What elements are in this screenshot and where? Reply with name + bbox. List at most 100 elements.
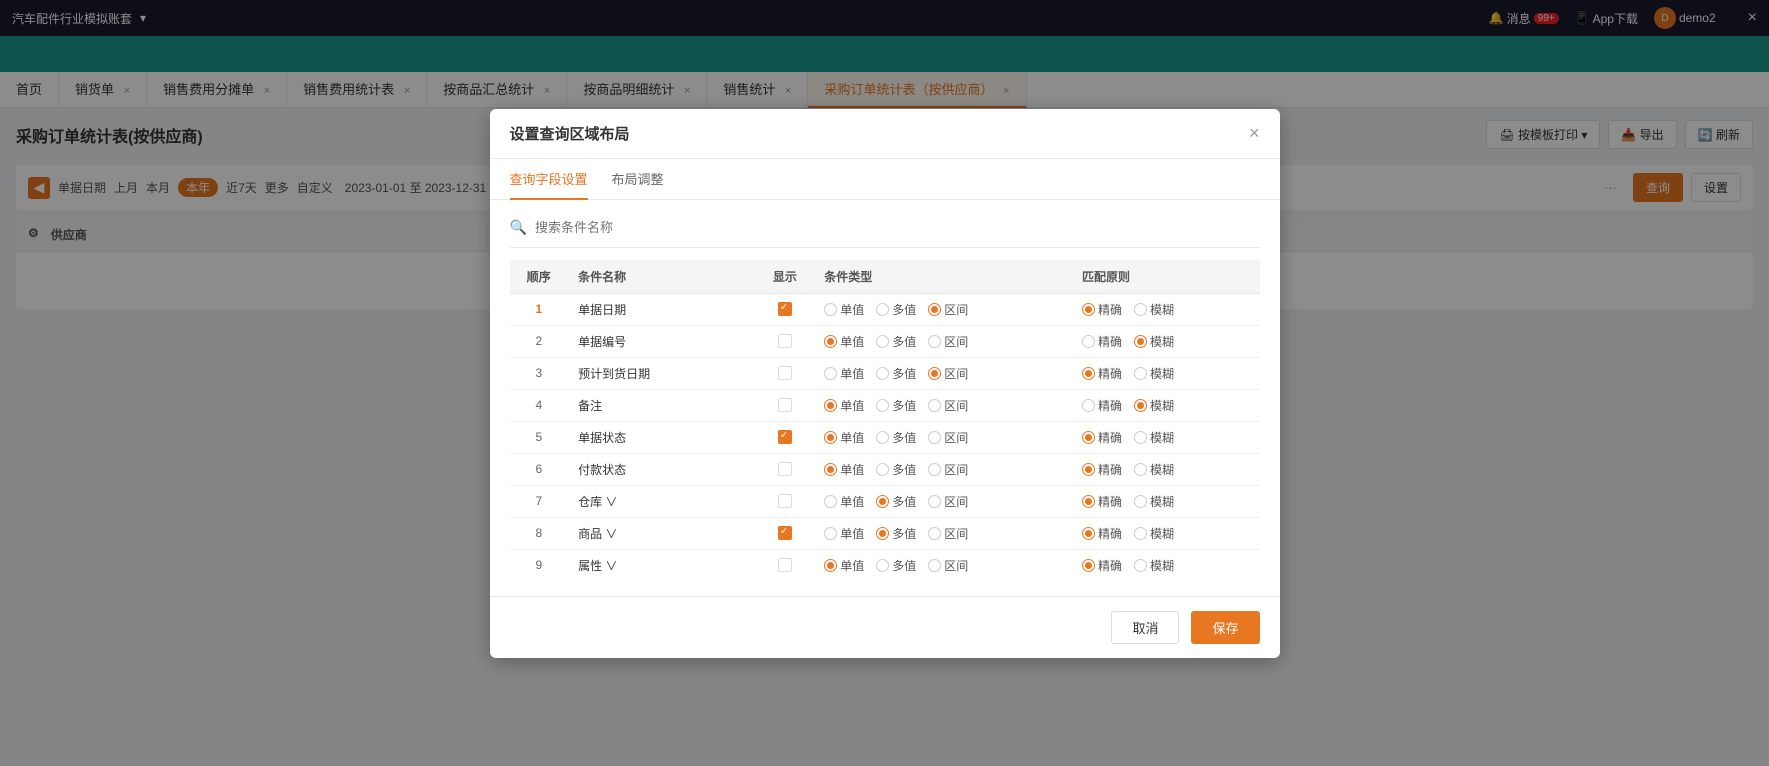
display-checkbox[interactable] [778,334,792,348]
match-radio-fuzzy[interactable]: 模糊 [1134,301,1174,318]
type-radio-range[interactable]: 区间 [928,461,968,478]
type-radio-single[interactable]: 单值 [824,525,864,542]
match-radio-exact[interactable]: 精确 [1082,557,1122,574]
type-radio-single[interactable]: 单值 [824,333,864,350]
match-dot-fuzzy [1134,559,1147,572]
match-dot-exact [1082,335,1095,348]
settings-modal: 设置查询区域布局 × 查询字段设置 布局调整 🔍 [490,109,1280,658]
type-radio-single[interactable]: 单值 [824,493,864,510]
type-radio-range[interactable]: 区间 [928,333,968,350]
match-radio-exact[interactable]: 精确 [1082,461,1122,478]
row-type: 单值多值区间 [814,389,1072,421]
row-order: 1 [510,293,569,325]
table-row: 2单据编号单值多值区间精确模糊 [510,325,1260,357]
row-display[interactable] [756,389,815,421]
type-radio-range[interactable]: 区间 [928,525,968,542]
fields-table-header-row: 顺序 条件名称 显示 条件类型 匹配原则 [510,260,1260,294]
match-label-exact: 精确 [1098,525,1122,542]
type-radio-single[interactable]: 单值 [824,397,864,414]
modal-header: 设置查询区域布局 × [490,109,1280,159]
modal-tab-layout-label: 布局调整 [612,172,664,187]
match-radio-fuzzy[interactable]: 模糊 [1134,365,1174,382]
type-radio-multi[interactable]: 多值 [876,557,916,574]
row-order: 2 [510,325,569,357]
row-display[interactable] [756,485,815,517]
type-radio-multi[interactable]: 多值 [876,301,916,318]
type-radio-range[interactable]: 区间 [928,365,968,382]
match-label-exact: 精确 [1098,397,1122,414]
display-checkbox[interactable] [778,430,792,444]
row-name: 付款状态 [568,453,756,485]
match-radio-exact[interactable]: 精确 [1082,525,1122,542]
row-display[interactable] [756,517,815,549]
type-radio-single[interactable]: 单值 [824,365,864,382]
match-label-exact: 精确 [1098,365,1122,382]
row-name: 商品 ∨ [568,517,756,549]
match-radio-fuzzy[interactable]: 模糊 [1134,333,1174,350]
display-checkbox[interactable] [778,558,792,572]
match-radio-exact[interactable]: 精确 [1082,429,1122,446]
row-order: 8 [510,517,569,549]
table-row: 9属性 ∨单值多值区间精确模糊 [510,549,1260,580]
radio-dot-range [928,335,941,348]
type-radio-range[interactable]: 区间 [928,397,968,414]
row-display[interactable] [756,453,815,485]
match-dot-fuzzy [1134,527,1147,540]
type-radio-range[interactable]: 区间 [928,493,968,510]
row-display[interactable] [756,357,815,389]
match-radio-fuzzy[interactable]: 模糊 [1134,429,1174,446]
modal-tab-bar: 查询字段设置 布局调整 [490,159,1280,200]
match-radio-fuzzy[interactable]: 模糊 [1134,397,1174,414]
match-radio-exact[interactable]: 精确 [1082,397,1122,414]
row-display[interactable] [756,549,815,580]
match-radio-fuzzy[interactable]: 模糊 [1134,557,1174,574]
row-display[interactable] [756,421,815,453]
type-radio-multi[interactable]: 多值 [876,461,916,478]
type-radio-range[interactable]: 区间 [928,557,968,574]
type-radio-range[interactable]: 区间 [928,301,968,318]
radio-dot-multi [876,463,889,476]
fields-table-head: 顺序 条件名称 显示 条件类型 匹配原则 [510,260,1260,294]
match-dot-exact [1082,303,1095,316]
search-box: 🔍 [510,216,1260,248]
radio-label-single: 单值 [840,365,864,382]
type-radio-multi[interactable]: 多值 [876,525,916,542]
display-checkbox[interactable] [778,398,792,412]
row-type: 单值多值区间 [814,325,1072,357]
match-dot-exact [1082,431,1095,444]
display-checkbox[interactable] [778,366,792,380]
search-input[interactable] [527,216,747,239]
match-label-exact: 精确 [1098,333,1122,350]
match-radio-exact[interactable]: 精确 [1082,493,1122,510]
match-radio-exact[interactable]: 精确 [1082,301,1122,318]
match-label-fuzzy: 模糊 [1150,333,1174,350]
modal-tab-layout[interactable]: 布局调整 [612,159,664,200]
match-radio-fuzzy[interactable]: 模糊 [1134,525,1174,542]
display-checkbox[interactable] [778,302,792,316]
modal-tab-query-fields[interactable]: 查询字段设置 [510,159,588,200]
type-radio-multi[interactable]: 多值 [876,365,916,382]
cancel-button[interactable]: 取消 [1111,611,1179,644]
save-button[interactable]: 保存 [1191,611,1259,644]
type-radio-single[interactable]: 单值 [824,461,864,478]
match-radio-fuzzy[interactable]: 模糊 [1134,493,1174,510]
type-radio-single[interactable]: 单值 [824,557,864,574]
type-radio-multi[interactable]: 多值 [876,333,916,350]
type-radio-multi[interactable]: 多值 [876,493,916,510]
type-radio-range[interactable]: 区间 [928,429,968,446]
type-radio-multi[interactable]: 多值 [876,429,916,446]
row-display[interactable] [756,325,815,357]
modal-close-button[interactable]: × [1249,124,1260,142]
row-display[interactable] [756,293,815,325]
row-order: 3 [510,357,569,389]
type-radio-single[interactable]: 单值 [824,429,864,446]
match-radio-fuzzy[interactable]: 模糊 [1134,461,1174,478]
type-radio-single[interactable]: 单值 [824,301,864,318]
display-checkbox[interactable] [778,494,792,508]
type-radio-multi[interactable]: 多值 [876,397,916,414]
match-radio-exact[interactable]: 精确 [1082,333,1122,350]
match-dot-exact [1082,399,1095,412]
display-checkbox[interactable] [778,526,792,540]
match-radio-exact[interactable]: 精确 [1082,365,1122,382]
display-checkbox[interactable] [778,462,792,476]
